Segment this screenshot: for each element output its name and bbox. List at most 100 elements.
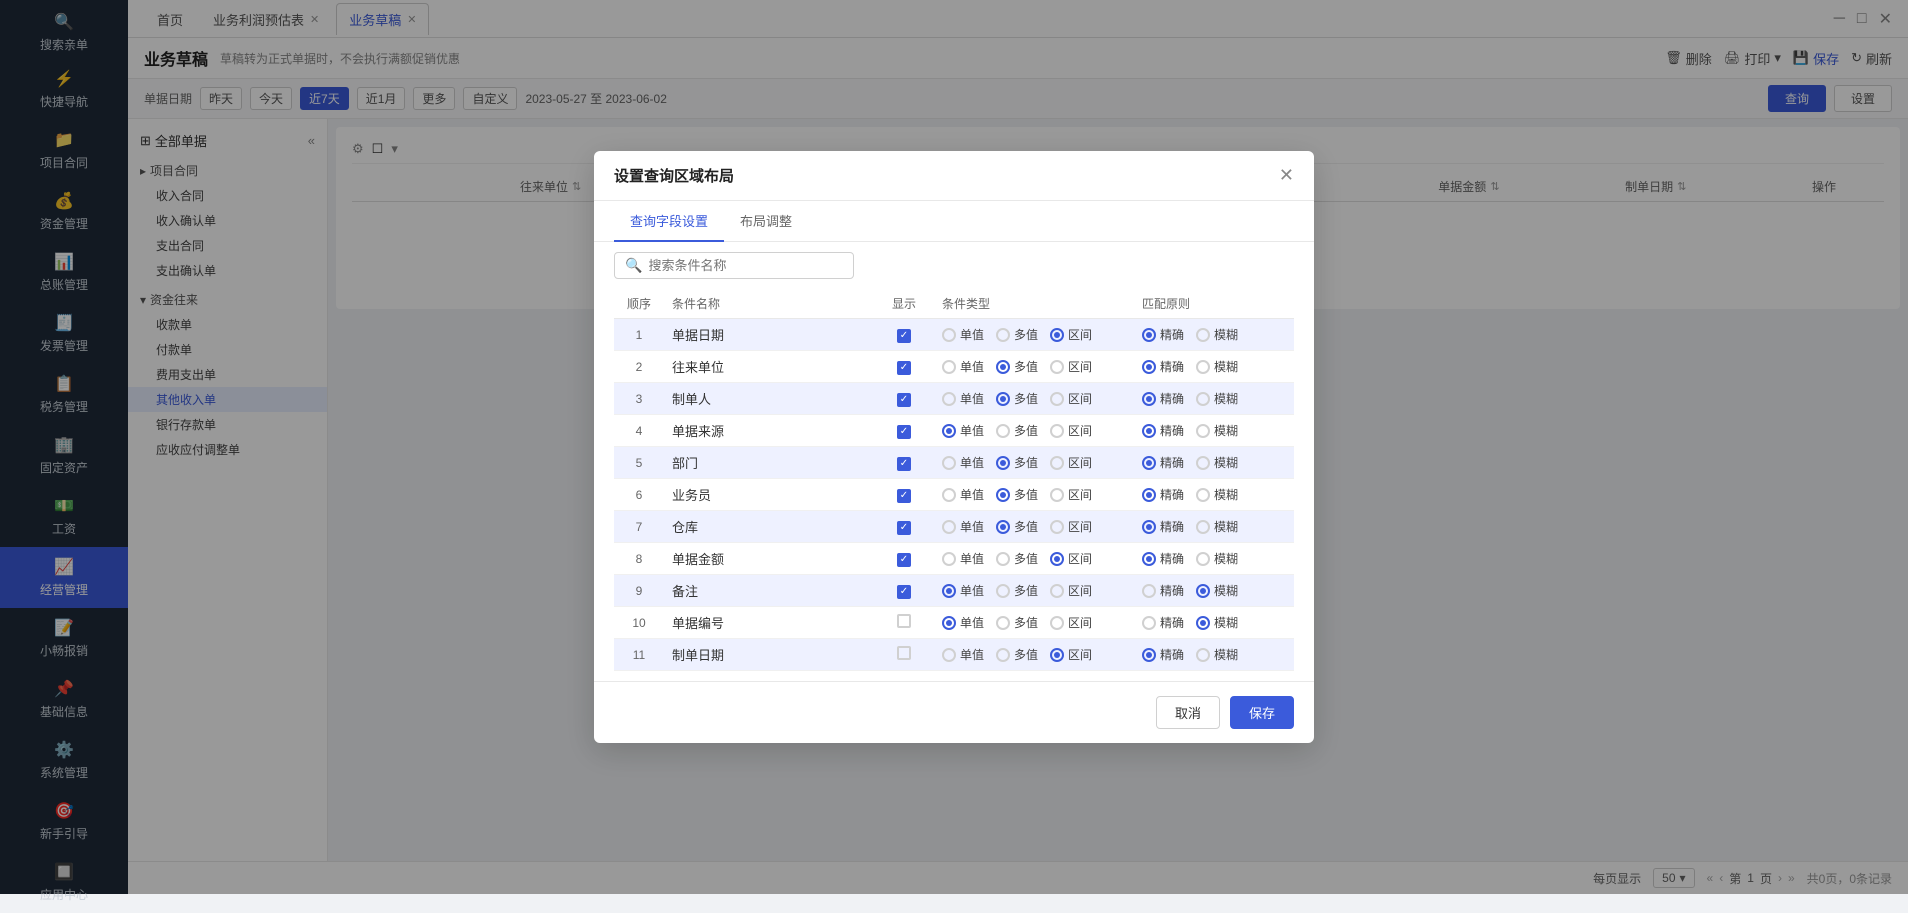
match-exact-label[interactable]: 精确 — [1142, 486, 1184, 503]
cell-show[interactable]: ✓ — [874, 582, 934, 599]
type-multi-radio[interactable] — [996, 424, 1010, 438]
match-fuzzy-label[interactable]: 模糊 — [1196, 582, 1238, 599]
type-single-label[interactable]: 单值 — [942, 358, 984, 375]
match-exact-label[interactable]: 精确 — [1142, 518, 1184, 535]
match-fuzzy-radio[interactable] — [1196, 360, 1210, 374]
type-single-radio[interactable] — [942, 424, 956, 438]
modal-close-btn[interactable]: ✕ — [1279, 165, 1294, 186]
type-multi-radio[interactable] — [996, 648, 1010, 662]
match-exact-radio[interactable] — [1142, 488, 1156, 502]
match-exact-radio[interactable] — [1142, 648, 1156, 662]
match-exact-label[interactable]: 精确 — [1142, 326, 1184, 343]
type-single-label[interactable]: 单值 — [942, 582, 984, 599]
type-multi-label[interactable]: 多值 — [996, 422, 1038, 439]
type-single-label[interactable]: 单值 — [942, 454, 984, 471]
type-multi-label[interactable]: 多值 — [996, 646, 1038, 663]
type-multi-label[interactable]: 多值 — [996, 486, 1038, 503]
match-exact-label[interactable]: 精确 — [1142, 614, 1184, 631]
show-checkbox[interactable] — [897, 614, 911, 628]
show-checkbox[interactable]: ✓ — [897, 457, 911, 471]
type-single-label[interactable]: 单值 — [942, 614, 984, 631]
type-multi-label[interactable]: 多值 — [996, 390, 1038, 407]
match-exact-radio[interactable] — [1142, 392, 1156, 406]
show-checkbox[interactable]: ✓ — [897, 329, 911, 343]
type-multi-label[interactable]: 多值 — [996, 582, 1038, 599]
type-multi-label[interactable]: 多值 — [996, 614, 1038, 631]
match-fuzzy-radio[interactable] — [1196, 456, 1210, 470]
match-fuzzy-radio[interactable] — [1196, 584, 1210, 598]
match-fuzzy-label[interactable]: 模糊 — [1196, 390, 1238, 407]
show-checkbox[interactable]: ✓ — [897, 521, 911, 535]
type-range-label[interactable]: 区间 — [1050, 582, 1092, 599]
match-exact-label[interactable]: 精确 — [1142, 358, 1184, 375]
match-fuzzy-label[interactable]: 模糊 — [1196, 550, 1238, 567]
match-fuzzy-label[interactable]: 模糊 — [1196, 454, 1238, 471]
type-single-label[interactable]: 单值 — [942, 422, 984, 439]
match-fuzzy-radio[interactable] — [1196, 328, 1210, 342]
show-checkbox[interactable]: ✓ — [897, 489, 911, 503]
match-exact-radio[interactable] — [1142, 616, 1156, 630]
match-fuzzy-label[interactable]: 模糊 — [1196, 326, 1238, 343]
match-exact-radio[interactable] — [1142, 456, 1156, 470]
match-exact-radio[interactable] — [1142, 520, 1156, 534]
modal-save-btn[interactable]: 保存 — [1230, 696, 1294, 729]
match-exact-radio[interactable] — [1142, 584, 1156, 598]
show-checkbox[interactable]: ✓ — [897, 553, 911, 567]
type-multi-radio[interactable] — [996, 584, 1010, 598]
type-single-radio[interactable] — [942, 328, 956, 342]
type-multi-radio[interactable] — [996, 392, 1010, 406]
cell-show[interactable]: ✓ — [874, 422, 934, 439]
type-range-label[interactable]: 区间 — [1050, 518, 1092, 535]
modal-tab-query-fields[interactable]: 查询字段设置 — [614, 201, 724, 242]
cell-show[interactable]: ✓ — [874, 486, 934, 503]
type-single-radio[interactable] — [942, 392, 956, 406]
match-fuzzy-radio[interactable] — [1196, 520, 1210, 534]
type-single-radio[interactable] — [942, 616, 956, 630]
type-multi-label[interactable]: 多值 — [996, 518, 1038, 535]
match-exact-radio[interactable] — [1142, 328, 1156, 342]
type-single-radio[interactable] — [942, 456, 956, 470]
match-fuzzy-label[interactable]: 模糊 — [1196, 358, 1238, 375]
type-range-label[interactable]: 区间 — [1050, 326, 1092, 343]
match-fuzzy-radio[interactable] — [1196, 488, 1210, 502]
type-single-radio[interactable] — [942, 584, 956, 598]
type-single-label[interactable]: 单值 — [942, 486, 984, 503]
type-multi-label[interactable]: 多值 — [996, 454, 1038, 471]
cell-show[interactable]: ✓ — [874, 454, 934, 471]
type-single-radio[interactable] — [942, 648, 956, 662]
type-multi-label[interactable]: 多值 — [996, 358, 1038, 375]
type-single-label[interactable]: 单值 — [942, 390, 984, 407]
cell-show[interactable]: ✓ — [874, 550, 934, 567]
cell-show[interactable]: ✓ — [874, 358, 934, 375]
type-range-radio[interactable] — [1050, 520, 1064, 534]
type-single-radio[interactable] — [942, 360, 956, 374]
match-exact-radio[interactable] — [1142, 552, 1156, 566]
type-multi-label[interactable]: 多值 — [996, 550, 1038, 567]
type-multi-radio[interactable] — [996, 488, 1010, 502]
match-fuzzy-radio[interactable] — [1196, 424, 1210, 438]
type-single-radio[interactable] — [942, 552, 956, 566]
match-exact-label[interactable]: 精确 — [1142, 422, 1184, 439]
match-exact-label[interactable]: 精确 — [1142, 646, 1184, 663]
type-range-label[interactable]: 区间 — [1050, 358, 1092, 375]
match-fuzzy-label[interactable]: 模糊 — [1196, 422, 1238, 439]
type-range-label[interactable]: 区间 — [1050, 454, 1092, 471]
type-multi-radio[interactable] — [996, 520, 1010, 534]
type-multi-radio[interactable] — [996, 328, 1010, 342]
type-multi-radio[interactable] — [996, 360, 1010, 374]
type-multi-radio[interactable] — [996, 616, 1010, 630]
match-exact-radio[interactable] — [1142, 360, 1156, 374]
match-exact-label[interactable]: 精确 — [1142, 582, 1184, 599]
cell-show[interactable] — [874, 614, 934, 631]
show-checkbox[interactable] — [897, 646, 911, 660]
type-multi-radio[interactable] — [996, 456, 1010, 470]
type-range-radio[interactable] — [1050, 424, 1064, 438]
type-multi-label[interactable]: 多值 — [996, 326, 1038, 343]
type-single-radio[interactable] — [942, 520, 956, 534]
match-fuzzy-radio[interactable] — [1196, 552, 1210, 566]
cell-show[interactable]: ✓ — [874, 326, 934, 343]
type-range-label[interactable]: 区间 — [1050, 390, 1092, 407]
show-checkbox[interactable]: ✓ — [897, 425, 911, 439]
type-single-label[interactable]: 单值 — [942, 326, 984, 343]
type-range-label[interactable]: 区间 — [1050, 646, 1092, 663]
